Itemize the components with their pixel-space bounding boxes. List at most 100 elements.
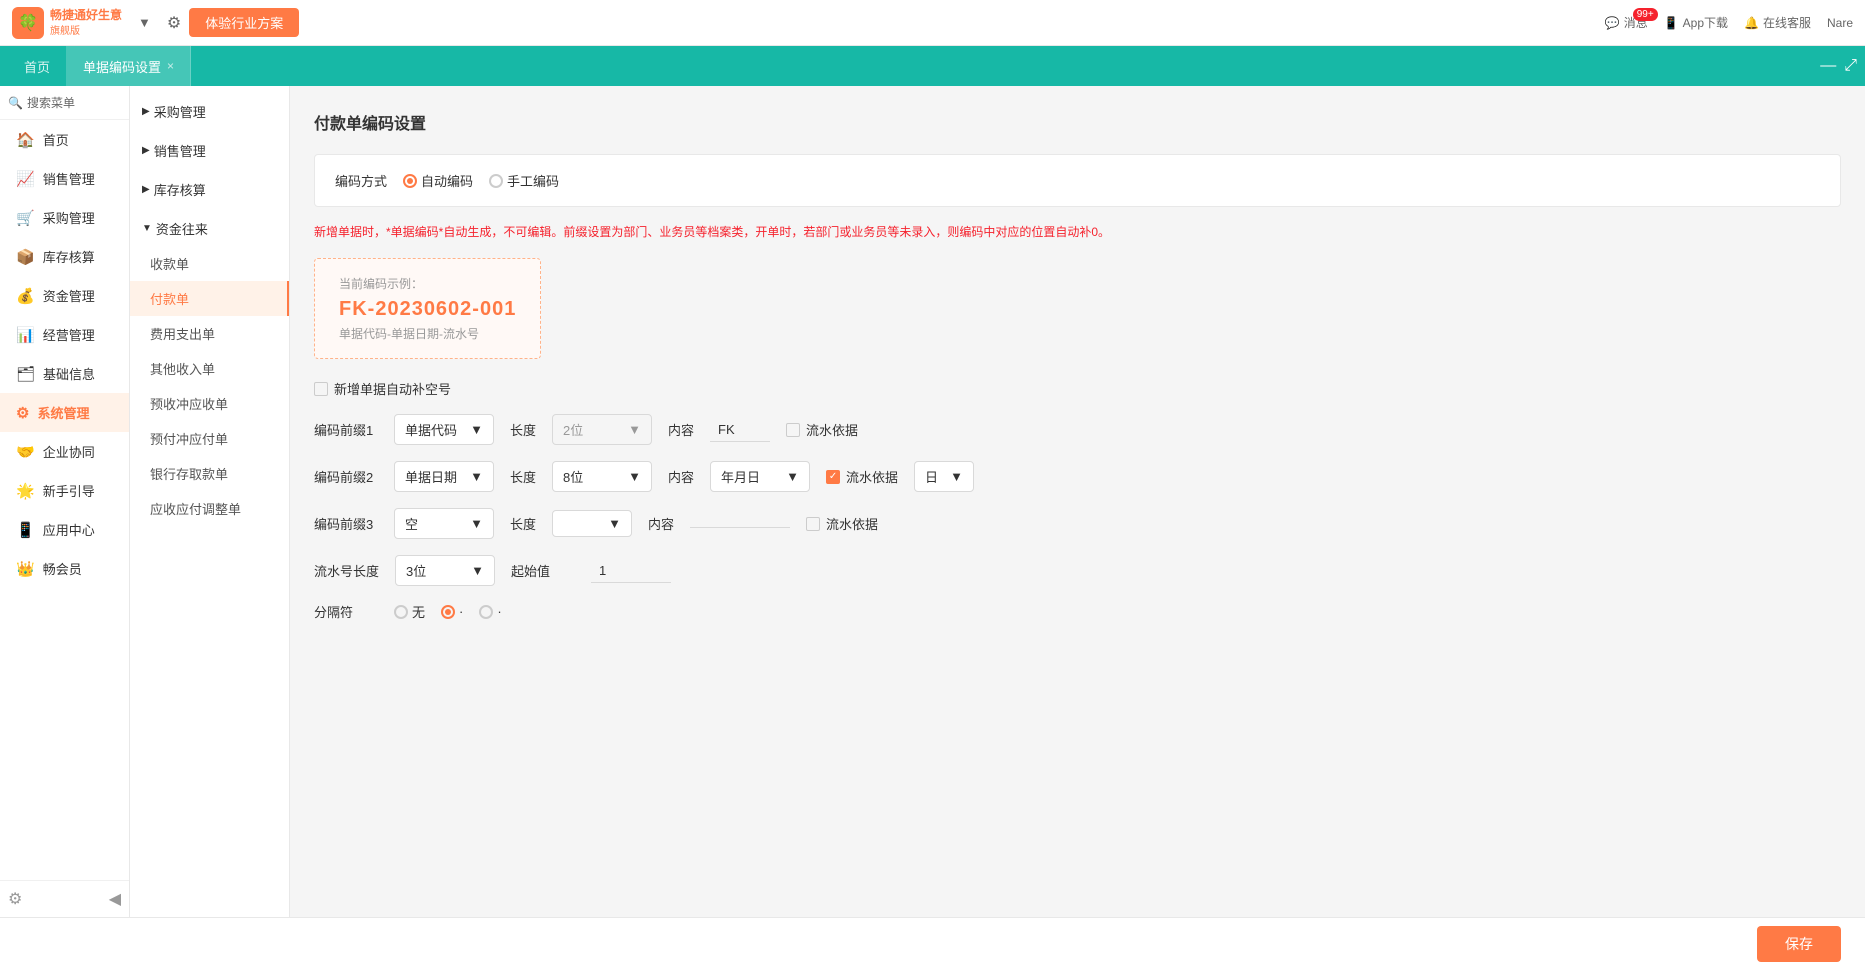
prefix1-label: 编码前缀1 <box>314 420 378 439</box>
tab-home[interactable]: 首页 <box>8 46 67 86</box>
sub-menu-header-inventory[interactable]: ▶ 库存核算 <box>130 172 289 207</box>
user-name[interactable]: Nare <box>1827 16 1853 30</box>
main-content: 付款单编码设置 编码方式 自动编码 手工编码 <box>290 86 1865 917</box>
home-icon: 🏠 <box>16 131 35 149</box>
sidebar-item-purchase[interactable]: 🛒 采购管理 <box>0 198 129 237</box>
sub-menu-item-advance-pay[interactable]: 预付冲应付单 <box>130 421 289 456</box>
preview-label: 当前编码示例： <box>339 275 516 292</box>
sub-menu-header-fund[interactable]: ▼ 资金往来 <box>130 211 289 246</box>
serial-length-select[interactable]: 3位 ▼ <box>395 555 495 586</box>
purchase-icon: 🛒 <box>16 209 35 227</box>
top-bar-mid: ▼ ⚙ 体验行业方案 <box>130 8 299 37</box>
prefix2-period-select[interactable]: 日 ▼ <box>914 461 974 492</box>
top-bar-right: 💬 消息 99+ 📱 App下载 🔔 在线客服 Nare <box>1605 14 1853 31</box>
sidebar-item-operation[interactable]: 📊 经营管理 <box>0 315 129 354</box>
auto-encode-radio[interactable] <box>403 174 417 188</box>
prefix1-stream-check[interactable] <box>786 423 800 437</box>
prefix3-stream-checkbox[interactable]: 流水依据 <box>806 514 878 533</box>
sidebar-collapse-btn[interactable]: ◀ <box>109 889 121 909</box>
sub-menu-item-payment[interactable]: 付款单 <box>130 281 289 316</box>
sidebar-item-member[interactable]: 👑 畅会员 <box>0 549 129 588</box>
prefix3-select[interactable]: 空 ▼ <box>394 508 494 539</box>
prefix1-stream-checkbox[interactable]: 流水依据 <box>786 420 858 439</box>
chevron-right-icon: ▶ <box>142 106 150 117</box>
settings-gear-btn[interactable]: ⚙ <box>167 13 181 33</box>
separator-row: 分隔符 无 · · <box>314 602 1841 621</box>
sidebar-item-finance[interactable]: 💰 资金管理 <box>0 276 129 315</box>
content-area: ▶ 采购管理 ▶ 销售管理 ▶ 库存核算 ▼ 资金往来 <box>130 86 1865 917</box>
prefix2-content-select[interactable]: 年月日 ▼ <box>710 461 810 492</box>
sidebar-item-partner[interactable]: 🤝 企业协同 <box>0 432 129 471</box>
auto-fill-checkbox-row[interactable]: 新增单据自动补空号 <box>314 379 1841 398</box>
tab-maximize-btn[interactable]: ⤢ <box>1844 57 1857 75</box>
sidebar-search[interactable]: 🔍 搜索菜单 <box>0 86 129 120</box>
preview-desc: 单据代码-单据日期-流水号 <box>339 325 516 342</box>
prefix2-select[interactable]: 单据日期 ▼ <box>394 461 494 492</box>
sep-dot-option[interactable]: · <box>441 604 463 619</box>
sidebar-footer: ⚙ ◀ <box>0 880 129 917</box>
nav-dropdown-btn[interactable]: ▼ <box>130 11 159 34</box>
prefix2-content-label: 内容 <box>668 467 694 486</box>
search-icon: 🔍 <box>8 96 23 110</box>
sub-menu-item-adjustment[interactable]: 应收应付调整单 <box>130 491 289 526</box>
sidebar-item-apps[interactable]: 📱 应用中心 <box>0 510 129 549</box>
tab-encoding-settings[interactable]: 单据编码设置 × <box>67 46 191 86</box>
sidebar-item-home[interactable]: 🏠 首页 <box>0 120 129 159</box>
prefix2-stream-check[interactable]: ✓ <box>826 470 840 484</box>
sep-dot-radio[interactable] <box>441 605 455 619</box>
online-service-btn[interactable]: 🔔 在线客服 <box>1744 14 1811 31</box>
auto-encode-option[interactable]: 自动编码 <box>403 171 473 190</box>
chevron-down-serial: ▼ <box>471 563 484 578</box>
prefix3-length-select[interactable]: ▼ <box>552 510 632 537</box>
sidebar-item-inventory[interactable]: 📦 库存核算 <box>0 237 129 276</box>
member-icon: 👑 <box>16 560 35 578</box>
auto-fill-checkbox[interactable] <box>314 382 328 396</box>
prefix3-stream-check[interactable] <box>806 517 820 531</box>
app-download-btn[interactable]: 📱 App下载 <box>1664 14 1728 31</box>
sub-menu-item-advance-receive[interactable]: 预收冲应收单 <box>130 386 289 421</box>
chevron-down-content2: ▼ <box>786 469 799 484</box>
prefix3-content-value <box>690 519 790 528</box>
prefix1-length-label: 长度 <box>510 420 536 439</box>
save-button[interactable]: 保存 <box>1757 926 1841 962</box>
prefix1-length-select: 2位 ▼ <box>552 414 652 445</box>
prefix2-stream-checkbox[interactable]: ✓ 流水依据 <box>826 467 898 486</box>
sidebar-settings-btn[interactable]: ⚙ <box>8 889 22 909</box>
sub-menu-header-sales[interactable]: ▶ 销售管理 <box>130 133 289 168</box>
sub-menu-header-purchase[interactable]: ▶ 采购管理 <box>130 94 289 129</box>
sep-none-option[interactable]: 无 <box>394 602 425 621</box>
top-bar-left: 🍀 畅捷通好生意 旗舰版 ▼ ⚙ 体验行业方案 <box>12 7 299 39</box>
chevron-down-len2: ▼ <box>628 469 641 484</box>
sidebar: 🔍 搜索菜单 🏠 首页 📈 销售管理 🛒 采购管理 📦 库存核算 💰 资金管理 … <box>0 86 130 917</box>
start-value-input[interactable]: 1 <box>591 559 671 583</box>
sidebar-item-system[interactable]: ⚙ 系统管理 <box>0 393 129 432</box>
sep-none-radio[interactable] <box>394 605 408 619</box>
sidebar-item-basic[interactable]: 🗂 基础信息 <box>0 354 129 393</box>
try-industry-btn[interactable]: 体验行业方案 <box>189 8 299 37</box>
sidebar-item-sales[interactable]: 📈 销售管理 <box>0 159 129 198</box>
prefix2-length-select[interactable]: 8位 ▼ <box>552 461 652 492</box>
sub-menu-item-receipts[interactable]: 收款单 <box>130 246 289 281</box>
sub-menu-item-bank-deposit[interactable]: 银行存取款单 <box>130 456 289 491</box>
chevron-down-len1: ▼ <box>628 422 641 437</box>
system-icon: ⚙ <box>16 404 29 422</box>
sales-icon: 📈 <box>16 170 35 188</box>
prefix1-select[interactable]: 单据代码 ▼ <box>394 414 494 445</box>
prefix1-content-value: FK <box>710 418 770 442</box>
message-icon: 💬 <box>1605 16 1620 30</box>
message-badge[interactable]: 💬 消息 99+ <box>1605 14 1648 31</box>
manual-encode-option[interactable]: 手工编码 <box>489 171 559 190</box>
preview-code: FK-20230602-001 <box>339 298 516 321</box>
basic-icon: 🗂 <box>16 365 35 383</box>
sep-dash-option[interactable]: · <box>479 604 501 619</box>
manual-encode-radio[interactable] <box>489 174 503 188</box>
brand: 🍀 畅捷通好生意 旗舰版 <box>12 7 122 39</box>
sep-dash-radio[interactable] <box>479 605 493 619</box>
tab-close-icon[interactable]: × <box>167 59 174 73</box>
sidebar-item-guide[interactable]: 🌟 新手引导 <box>0 471 129 510</box>
sub-menu-item-expense[interactable]: 费用支出单 <box>130 316 289 351</box>
sub-menu-item-other-income[interactable]: 其他收入单 <box>130 351 289 386</box>
tab-minimize-btn[interactable]: — <box>1820 57 1836 75</box>
prefix3-content-label: 内容 <box>648 514 674 533</box>
tab-bar: 首页 单据编码设置 × — ⤢ <box>0 46 1865 86</box>
